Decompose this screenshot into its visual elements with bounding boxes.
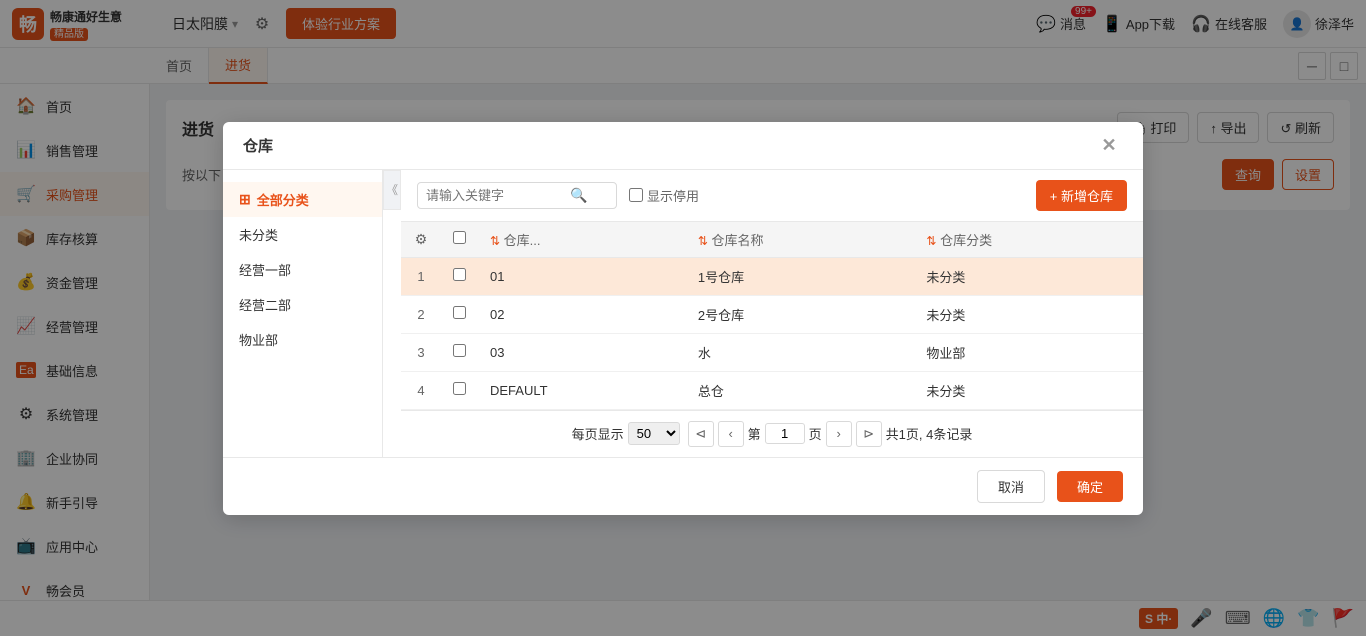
gear-icon: ⚙ — [415, 231, 428, 247]
category-item-ops2[interactable]: 经营二部 — [223, 287, 382, 322]
sort-icon: ⇅ — [490, 234, 500, 248]
collapse-panel-button[interactable]: 《 — [383, 170, 401, 210]
modal-close-button[interactable]: ✕ — [1095, 131, 1123, 159]
row-checkbox-cell[interactable] — [441, 295, 478, 333]
modal-title: 仓库 — [243, 135, 273, 156]
row-code: 03 — [478, 333, 686, 371]
row-category: 未分类 — [914, 371, 1143, 409]
page-size-select: 每页显示 50 100 200 — [572, 422, 680, 445]
show-disabled-toggle[interactable]: 显示停用 — [629, 186, 699, 205]
row-category: 未分类 — [914, 257, 1143, 295]
warehouse-table: ⚙ ⇅ 仓库... ⇅ 仓库名称 ⇅ 仓库分类 1 01 — [401, 222, 1143, 410]
row-category: 未分类 — [914, 295, 1143, 333]
pagination: 每页显示 50 100 200 ⊲ ‹ 第 页 › — [401, 410, 1143, 457]
table-header: ⚙ ⇅ 仓库... ⇅ 仓库名称 ⇅ 仓库分类 — [401, 222, 1143, 258]
row-checkbox-cell[interactable] — [441, 257, 478, 295]
row-checkbox-cell[interactable] — [441, 371, 478, 409]
first-page-button[interactable]: ⊲ — [688, 421, 714, 447]
modal-footer: 取消 确定 — [223, 457, 1143, 515]
modal-right-panel: 🔍 显示停用 + 新增仓库 ⚙ — [401, 170, 1143, 457]
search-input[interactable] — [426, 188, 566, 203]
show-disabled-checkbox[interactable] — [629, 188, 643, 202]
warehouse-table-wrap: ⚙ ⇅ 仓库... ⇅ 仓库名称 ⇅ 仓库分类 1 01 — [401, 222, 1143, 410]
sort-name-icon: ⇅ — [698, 234, 708, 248]
category-item-ops1[interactable]: 经营一部 — [223, 252, 382, 287]
th-name: ⇅ 仓库名称 — [686, 222, 915, 258]
th-gear[interactable]: ⚙ — [401, 222, 441, 258]
table-body: 1 01 1号仓库 未分类 2 02 2号仓库 — [401, 257, 1143, 409]
prev-page-button[interactable]: ‹ — [718, 421, 744, 447]
grid-icon: ⊞ — [239, 191, 251, 208]
table-row[interactable]: 3 03 水 物业部 — [401, 333, 1143, 371]
modal-header: 仓库 ✕ — [223, 122, 1143, 170]
row-num: 4 — [401, 371, 441, 409]
search-box: 🔍 — [417, 182, 617, 209]
sort-cat-icon: ⇅ — [926, 234, 936, 248]
row-checkbox[interactable] — [453, 344, 466, 357]
th-code: ⇅ 仓库... — [478, 222, 686, 258]
row-code: DEFAULT — [478, 371, 686, 409]
pagination-nav: ⊲ ‹ 第 页 › ⊳ 共1页, 4条记录 — [688, 421, 973, 447]
select-all-checkbox[interactable] — [453, 231, 466, 244]
row-checkbox-cell[interactable] — [441, 333, 478, 371]
row-checkbox[interactable] — [453, 306, 466, 319]
row-name: 水 — [686, 333, 915, 371]
page-number-input[interactable] — [765, 423, 805, 444]
row-code: 02 — [478, 295, 686, 333]
row-name: 总仓 — [686, 371, 915, 409]
category-item-all[interactable]: ⊞ 全部分类 — [223, 182, 382, 217]
row-num: 1 — [401, 257, 441, 295]
th-category: ⇅ 仓库分类 — [914, 222, 1143, 258]
row-name: 2号仓库 — [686, 295, 915, 333]
row-code: 01 — [478, 257, 686, 295]
confirm-button[interactable]: 确定 — [1057, 471, 1123, 502]
modal-body: ⊞ 全部分类 未分类 经营一部 经营二部 物业部 《 — [223, 170, 1143, 457]
row-name: 1号仓库 — [686, 257, 915, 295]
warehouse-modal: 仓库 ✕ ⊞ 全部分类 未分类 经营一部 经营二部 — [223, 122, 1143, 515]
search-icon[interactable]: 🔍 — [570, 187, 587, 204]
total-info: 共1页, 4条记录 — [886, 424, 973, 443]
table-row[interactable]: 4 DEFAULT 总仓 未分类 — [401, 371, 1143, 409]
cancel-button[interactable]: 取消 — [977, 470, 1045, 503]
next-page-button[interactable]: › — [826, 421, 852, 447]
add-warehouse-button[interactable]: + 新增仓库 — [1036, 180, 1127, 211]
table-row[interactable]: 2 02 2号仓库 未分类 — [401, 295, 1143, 333]
row-num: 2 — [401, 295, 441, 333]
category-item-uncategorized[interactable]: 未分类 — [223, 217, 382, 252]
category-panel: ⊞ 全部分类 未分类 经营一部 经营二部 物业部 — [223, 170, 383, 457]
modal-toolbar: 🔍 显示停用 + 新增仓库 — [401, 170, 1143, 222]
category-item-property[interactable]: 物业部 — [223, 322, 382, 357]
modal-overlay: 仓库 ✕ ⊞ 全部分类 未分类 经营一部 经营二部 — [0, 0, 1366, 636]
row-checkbox[interactable] — [453, 268, 466, 281]
th-checkbox[interactable] — [441, 222, 478, 258]
row-checkbox[interactable] — [453, 382, 466, 395]
last-page-button[interactable]: ⊳ — [856, 421, 882, 447]
table-row[interactable]: 1 01 1号仓库 未分类 — [401, 257, 1143, 295]
page-size-dropdown[interactable]: 50 100 200 — [628, 422, 680, 445]
row-num: 3 — [401, 333, 441, 371]
row-category: 物业部 — [914, 333, 1143, 371]
